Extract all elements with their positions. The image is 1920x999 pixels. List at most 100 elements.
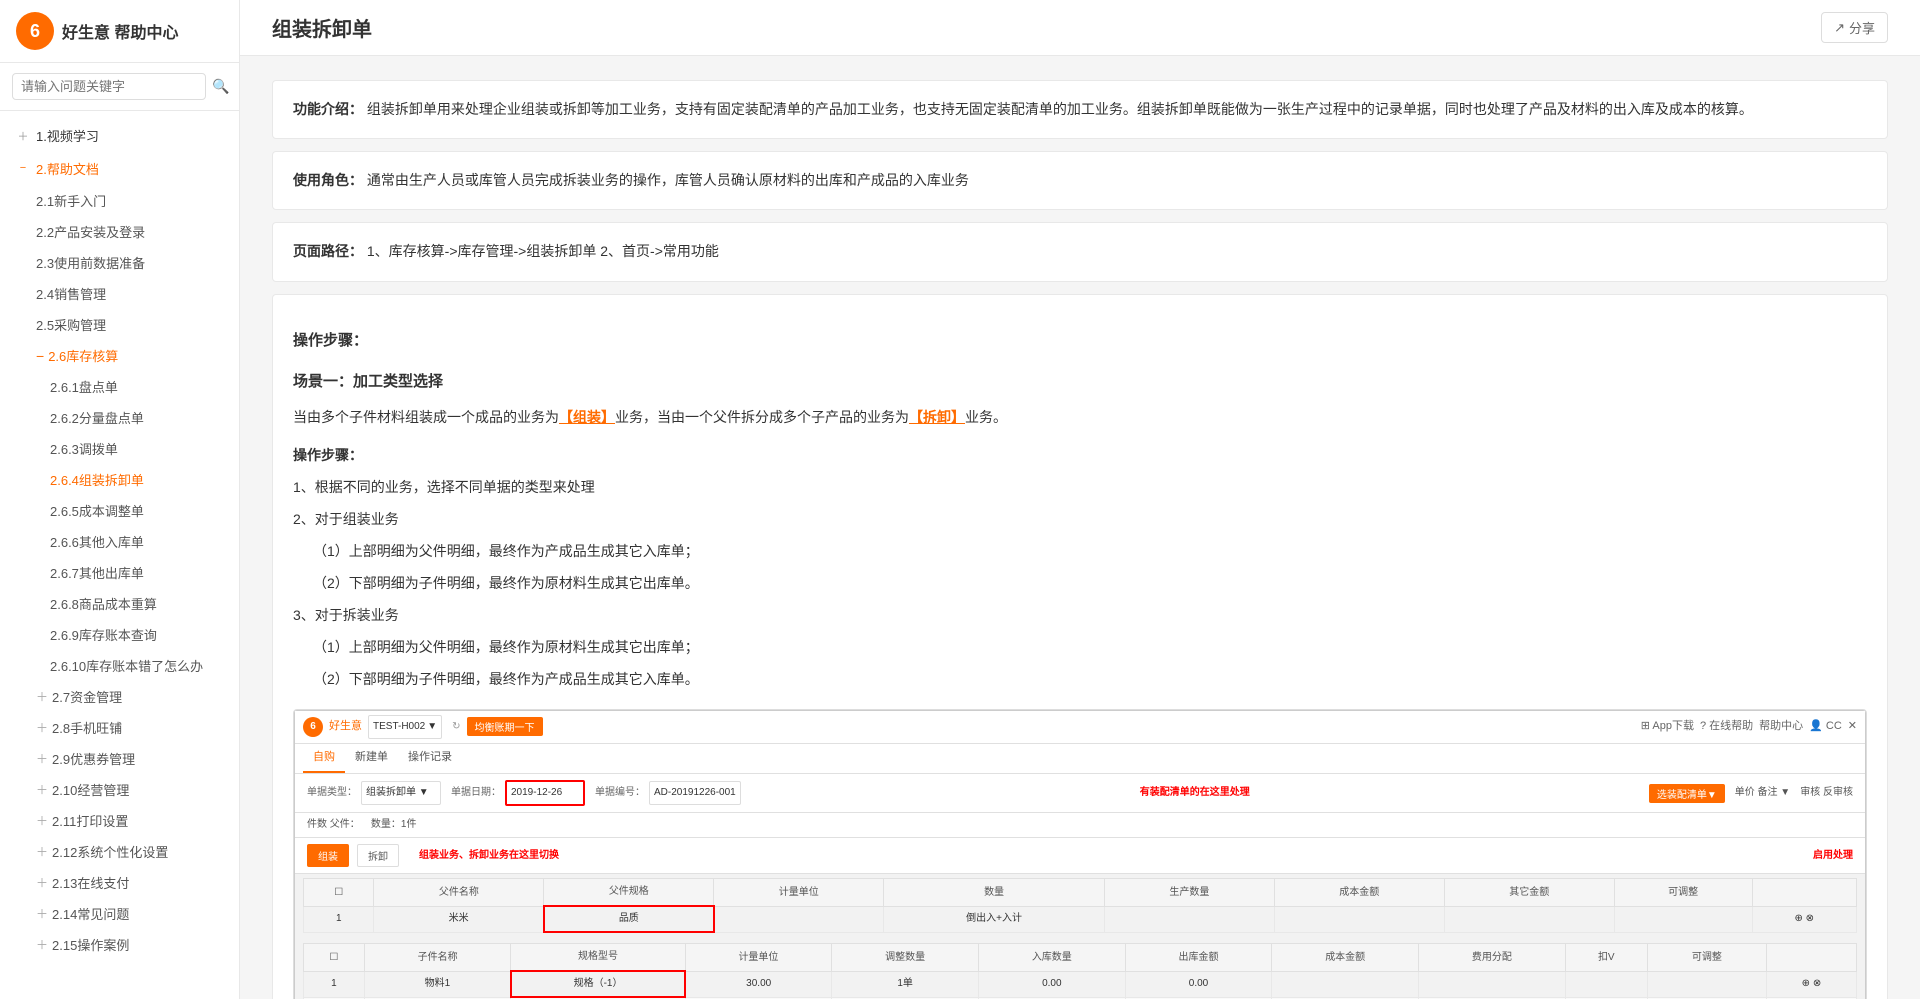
scene1-desc: 当由多个子件材料组装成一个成品的业务为【组装】业务，当由一个父件拆分成多个子产品… [293, 403, 1867, 431]
intro-text: 组装拆卸单用来处理企业组装或拆卸等加工业务，支持有固定装配清单的产品加工业务，也… [367, 101, 1753, 117]
ss-no-row: 单据编号： AD-20191226-001 [595, 781, 741, 805]
ss-order-type-input[interactable]: 组装拆卸单 ▼ [361, 781, 441, 805]
ss-titlebar: 6 好生意 TEST-H002 ▼ ↻ 均衡账期一下 ⊞ App下载 ? 在线帮… [295, 711, 1865, 744]
scene1-title: 场景一：加工类型选择 [293, 368, 1867, 395]
sidebar-item-ledgererror[interactable]: 2.6.10库存账本错了怎么办 [0, 650, 239, 681]
expand-icon-payment: ＋ [36, 874, 48, 891]
sidebar-item-newbie[interactable]: 2.1新手入门 [0, 185, 239, 216]
collapse-icon-2: − [36, 349, 44, 363]
ss-close-icon[interactable]: ✕ [1848, 717, 1857, 737]
ss-date-input[interactable]: 2019-12-26 [505, 780, 585, 806]
sidebar-item-payment[interactable]: ＋2.13在线支付 [0, 867, 239, 898]
ss-upper-table: ☐ 父件名称 父件规格 计量单位 数量 生产数量 成本金额 其它金额 可调整 [303, 878, 1857, 933]
ss-no-label: 单据编号： [595, 784, 645, 802]
app-logo: 6 [16, 12, 54, 50]
step2-2: （2）下部明细为子件明细，最终作为原材料生成其它出库单。 [293, 569, 1867, 597]
ss-th-cost-amt: 成本金额 [1274, 879, 1444, 907]
ss-upper-row-1: 1 米米 品质 倒出入+入计 ⊕ ⊗ [304, 906, 1857, 932]
sidebar-item-coupon[interactable]: ＋2.9优惠券管理 [0, 743, 239, 774]
nav-tree: ＋ 1.视频学习 − 2.帮助文档 2.1新手入门 2.2产品安装及登录 2.3… [0, 111, 239, 999]
sidebar-item-otherinbound[interactable]: 2.6.6其他入库单 [0, 526, 239, 557]
ss-th-checkbox: ☐ [304, 879, 374, 907]
search-box: 🔍 [0, 63, 239, 111]
sidebar-item-label: 2.帮助文档 [36, 159, 99, 178]
sidebar-item-transfer[interactable]: 2.6.3调拨单 [0, 433, 239, 464]
topbar: 组装拆卸单 ↗ 分享 [240, 0, 1920, 56]
ss-count-row: 件数 父件： 数量：1件 [295, 813, 1865, 838]
ss-nav-self[interactable]: 自购 [303, 744, 345, 774]
ops-steps-title: 操作步骤： [293, 441, 1867, 469]
ss-lower-table-area: ☐ 子件名称 规格型号 计量单位 调整数量 入库数量 出库金额 成本金额 费用分 [295, 939, 1865, 999]
expand-icon-cases: ＋ [36, 936, 48, 953]
sidebar-item-faq[interactable]: ＋2.14常见问题 [0, 898, 239, 929]
ss-company-select[interactable]: TEST-H002 ▼ [368, 715, 442, 739]
ss-th2-cost-amt: 成本金额 [1272, 944, 1419, 972]
steps-block: 操作步骤： 场景一：加工类型选择 当由多个子件材料组装成一个成品的业务为【组装】… [272, 294, 1888, 999]
intro-label: 功能介绍： [293, 101, 363, 117]
path-block: 页面路径： 1、库存核算->库存管理->组装拆卸单 2、首页->常用功能 [272, 222, 1888, 281]
ss-print-label: 单价 备注 ▼ [1735, 784, 1790, 802]
role-block: 使用角色： 通常由生产人员或库管人员完成拆装业务的操作，库管人员确认原材料的出库… [272, 151, 1888, 210]
ss-th2-spec: 规格型号 [511, 944, 685, 972]
ss-th-action [1752, 879, 1856, 907]
sidebar-item-docs[interactable]: − 2.帮助文档 [0, 152, 239, 185]
sidebar-item-label: 1.视频学习 [36, 126, 99, 145]
sidebar-item-bizmanage[interactable]: ＋2.10经营管理 [0, 774, 239, 805]
ss-th2-adjust-qty: 调整数量 [832, 944, 979, 972]
sidebar-item-purchase[interactable]: 2.5采购管理 [0, 309, 239, 340]
sidebar-item-finance[interactable]: ＋2.7资金管理 [0, 681, 239, 712]
inventory-sub-items: 2.6.1盘点单 2.6.2分量盘点单 2.6.3调拨单 2.6.4组装拆卸单 … [0, 371, 239, 681]
ss-count-label: 件数 父件： 数量：1件 [307, 819, 416, 830]
share-label: 分享 [1849, 18, 1875, 37]
sidebar-item-print[interactable]: ＋2.11打印设置 [0, 805, 239, 836]
search-icon[interactable]: 🔍 [212, 78, 229, 95]
sidebar-item-video[interactable]: ＋ 1.视频学习 [0, 119, 239, 152]
sidebar-item-ledger[interactable]: 2.6.9库存账本查询 [0, 619, 239, 650]
ss-th-parent-name: 父件名称 [374, 879, 544, 907]
disassembly-link[interactable]: 【拆卸】 [909, 409, 965, 425]
sidebar-item-costadjust[interactable]: 2.6.5成本调整单 [0, 495, 239, 526]
docs-sub-items: 2.1新手入门 2.2产品安装及登录 2.3使用前数据准备 2.4销售管理 2.… [0, 185, 239, 960]
ss-refresh-icon[interactable]: ↻ [452, 718, 460, 736]
ss-th2-deductv: 扣V [1565, 944, 1647, 972]
sidebar-item-settings[interactable]: ＋2.12系统个性化设置 [0, 836, 239, 867]
ss-company-chevron: ▼ [427, 718, 437, 736]
step3: 3、对于拆装业务 [293, 601, 1867, 629]
content-area: 功能介绍： 组装拆卸单用来处理企业组装或拆卸等加工业务，支持有固定装配清单的产品… [240, 56, 1920, 999]
role-text: 通常由生产人员或库管人员完成拆装业务的操作，库管人员确认原材料的出库和产成品的入… [367, 172, 969, 188]
ss-th2-action [1766, 944, 1856, 972]
sidebar-item-inventory[interactable]: −2.6库存核算 [0, 340, 239, 371]
step2: 2、对于组装业务 [293, 505, 1867, 533]
sidebar-item-assembly[interactable]: 2.6.4组装拆卸单 [0, 464, 239, 495]
sidebar-item-otheroutbound[interactable]: 2.6.7其他出库单 [0, 557, 239, 588]
sidebar-item-stockcount[interactable]: 2.6.1盘点单 [0, 371, 239, 402]
assembly-link[interactable]: 【组装】 [559, 409, 615, 425]
ss-date-label: 单据日期： [451, 784, 501, 802]
step2-1: （1）上部明细为父件明细，最终作为产成品生成其它入库单； [293, 537, 1867, 565]
sidebar-item-install[interactable]: 2.2产品安装及登录 [0, 216, 239, 247]
ss-assembly-btn[interactable]: 组装 [307, 844, 349, 867]
sidebar-item-cases[interactable]: ＋2.15操作案例 [0, 929, 239, 960]
ss-nav-history[interactable]: 操作记录 [398, 744, 462, 774]
ss-new-btn[interactable]: 均衡账期一下 [467, 717, 543, 736]
sidebar-item-mobile[interactable]: ＋2.8手机旺铺 [0, 712, 239, 743]
sidebar-item-costrecalc[interactable]: 2.6.8商品成本重算 [0, 588, 239, 619]
sidebar-item-splitcount[interactable]: 2.6.2分量盘点单 [0, 402, 239, 433]
ss-type-annotation: 组装业务、拆卸业务在这里切换 [419, 847, 559, 865]
ss-disassembly-btn[interactable]: 拆卸 [357, 844, 399, 867]
sidebar-item-dataprep[interactable]: 2.3使用前数据准备 [0, 247, 239, 278]
search-input[interactable] [12, 73, 206, 100]
app-brand: 好生意 帮助中心 [62, 19, 178, 43]
ss-user-icon: 👤 CC [1809, 717, 1842, 737]
ss-th-produce-qty: 生产数量 [1104, 879, 1274, 907]
page-title: 组装拆卸单 [272, 13, 372, 42]
share-button[interactable]: ↗ 分享 [1821, 12, 1888, 43]
ss-nav-new[interactable]: 新建单 [345, 744, 398, 774]
expand-icon: ＋ [16, 129, 30, 143]
ss-order-type-row: 单据类型： 组装拆卸单 ▼ [307, 781, 441, 805]
expand-icon-mobile: ＋ [36, 719, 48, 736]
ss-select-bom-btn[interactable]: 选装配清单▼ [1649, 784, 1725, 803]
ss-th2-unit: 计量单位 [685, 944, 832, 972]
sidebar-item-sales[interactable]: 2.4销售管理 [0, 278, 239, 309]
ss-no-input[interactable]: AD-20191226-001 [649, 781, 741, 805]
